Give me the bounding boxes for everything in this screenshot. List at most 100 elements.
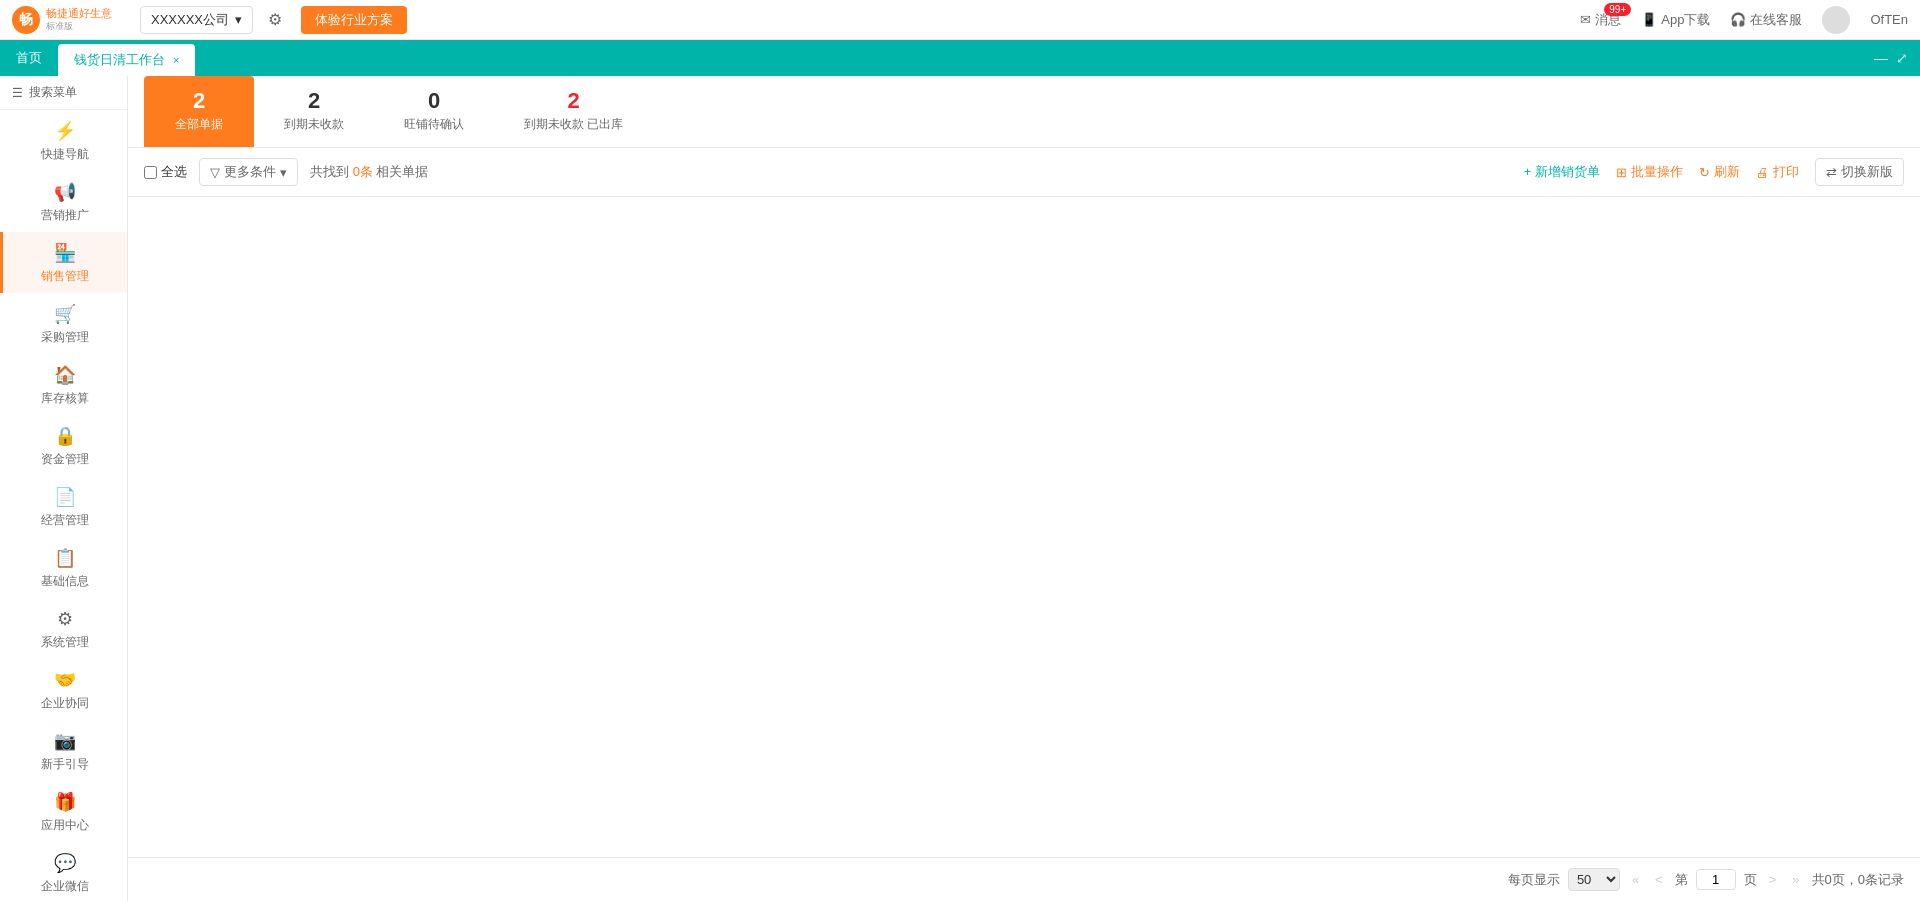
logo-sub: 标准版 <box>46 20 112 33</box>
nav-tab-actions: — ⤢ <box>1874 50 1920 66</box>
tab-home[interactable]: 首页 <box>0 40 58 76</box>
logo-name: 畅捷通好生意 <box>46 6 112 20</box>
settings-button[interactable]: ⚙ <box>261 6 289 34</box>
last-page-button[interactable]: » <box>1788 870 1803 889</box>
sidebar-item-quick-nav[interactable]: ⚡快捷导航 <box>0 110 127 171</box>
sidebar-item-wechat[interactable]: 💬 企业微信 <box>0 842 127 901</box>
sidebar-search[interactable]: ☰ 搜索菜单 <box>0 76 127 110</box>
stat-tab-all[interactable]: 2 全部单据 <box>144 76 254 147</box>
app-center-label: 应用中心 <box>41 817 89 834</box>
logo-area: 畅 畅捷通好生意 标准版 <box>12 6 140 34</box>
sidebar-item-app-center[interactable]: 🎁应用中心 <box>0 781 127 842</box>
print-label: 打印 <box>1773 163 1799 181</box>
company-dropdown-icon: ▾ <box>235 12 242 27</box>
sidebar-item-purchase[interactable]: 🛒 采购管理 <box>0 293 127 354</box>
service-label: 在线客服 <box>1750 11 1802 29</box>
main-layout: ☰ 搜索菜单 ⚡快捷导航 📢 营销推广 🏪销售管理 🛒 采购管理 🏠库存核算 🔒 资金管理 📄经营… <box>0 76 1920 901</box>
sidebar-item-base-info[interactable]: 📋 基础信息 <box>0 537 127 598</box>
stat-tab-pending[interactable]: 0旺铺待确认 <box>374 76 494 147</box>
stat-label-all: 全部单据 <box>175 116 223 133</box>
stat-num-all: 2 <box>193 88 205 114</box>
batch-label: 批量操作 <box>1631 163 1683 181</box>
refresh-label: 刷新 <box>1714 163 1740 181</box>
refresh-button[interactable]: ↻ 刷新 <box>1699 163 1740 181</box>
tab-active[interactable]: 钱货日清工作台 × <box>58 44 195 76</box>
found-text: 共找到 0条 相关单据 <box>310 163 428 181</box>
finance-icon: 🔒 <box>54 425 76 447</box>
stat-tab-shipped[interactable]: 2到期未收款 已出库 <box>494 76 653 147</box>
message-button[interactable]: ✉ 消息 99+ <box>1580 11 1621 29</box>
purchase-icon: 🛒 <box>54 303 76 325</box>
select-all-input[interactable] <box>144 166 157 179</box>
prev-page-button[interactable]: < <box>1651 870 1667 889</box>
sidebar-item-operation[interactable]: 📄经营管理 <box>0 476 127 537</box>
stat-tabs: 2 全部单据 2到期未收款0旺铺待确认2到期未收款 已出库 <box>128 76 1920 148</box>
wechat-icon: 💬 <box>54 852 76 874</box>
company-selector[interactable]: XXXXXX公司 ▾ <box>140 6 253 34</box>
page-label: 第 <box>1675 871 1688 889</box>
select-all-checkbox[interactable]: 全选 <box>144 163 187 181</box>
table-area <box>128 197 1920 857</box>
base-info-label: 基础信息 <box>41 573 89 590</box>
wechat-label: 企业微信 <box>41 878 89 895</box>
online-service-button[interactable]: 🎧 在线客服 <box>1730 11 1802 29</box>
sidebar-item-marketing[interactable]: 📢 营销推广 <box>0 171 127 232</box>
print-icon: 🖨 <box>1756 165 1769 180</box>
enterprise-label: 企业协同 <box>41 695 89 712</box>
tab-minimize-icon[interactable]: — <box>1874 50 1888 66</box>
batch-icon: ⊞ <box>1616 165 1627 180</box>
stat-tab-overdue[interactable]: 2到期未收款 <box>254 76 374 147</box>
message-icon: ✉ <box>1580 12 1591 27</box>
page-input[interactable] <box>1696 869 1736 890</box>
system-label: 系统管理 <box>41 634 89 651</box>
filter-label: 更多条件 <box>224 163 276 181</box>
inventory-label: 库存核算 <box>41 390 89 407</box>
first-page-button[interactable]: « <box>1628 870 1643 889</box>
per-page-label: 每页显示 <box>1508 871 1560 889</box>
service-icon: 🎧 <box>1730 12 1746 27</box>
app-icon: 📱 <box>1641 12 1657 27</box>
experience-button[interactable]: 体验行业方案 <box>301 6 407 34</box>
message-badge: 99+ <box>1604 3 1631 16</box>
sidebar-item-inventory[interactable]: 🏠库存核算 <box>0 354 127 415</box>
tab-close-icon[interactable]: × <box>173 54 179 66</box>
stat-num-shipped: 2 <box>568 88 580 114</box>
finance-label: 资金管理 <box>41 451 89 468</box>
filter-button[interactable]: ▽ 更多条件 ▾ <box>199 158 298 186</box>
sidebar-item-finance[interactable]: 🔒 资金管理 <box>0 415 127 476</box>
add-sales-order-button[interactable]: + 新增销货单 <box>1524 163 1600 181</box>
base-info-icon: 📋 <box>54 547 76 569</box>
per-page-select[interactable]: 50 100 200 <box>1568 868 1620 891</box>
system-icon: ⚙ <box>57 608 73 630</box>
app-download-button[interactable]: 📱 App下载 <box>1641 11 1710 29</box>
next-page-button[interactable]: > <box>1765 870 1781 889</box>
print-button[interactable]: 🖨 打印 <box>1756 163 1799 181</box>
sidebar-item-system[interactable]: ⚙ 系统管理 <box>0 598 127 659</box>
pagination: 每页显示 50 100 200 « < 第 页 > » 共0页，0条记录 <box>128 857 1920 901</box>
operation-label: 经营管理 <box>41 512 89 529</box>
page-suffix: 页 <box>1744 871 1757 889</box>
toolbar: 全选 ▽ 更多条件 ▾ 共找到 0条 相关单据 + 新增销货单 ⊞ 批量操作 ↻ <box>128 148 1920 197</box>
total-label: 共0页，0条记录 <box>1812 871 1904 889</box>
batch-operation-button[interactable]: ⊞ 批量操作 <box>1616 163 1683 181</box>
sidebar-item-guide[interactable]: 📷 新手引导 <box>0 720 127 781</box>
purchase-label: 采购管理 <box>41 329 89 346</box>
username: OfTEn <box>1870 12 1908 27</box>
logo-icon: 畅 <box>12 6 40 34</box>
found-count: 0条 <box>353 164 373 179</box>
marketing-label: 营销推广 <box>41 207 89 224</box>
sidebar: ☰ 搜索菜单 ⚡快捷导航 📢 营销推广 🏪销售管理 🛒 采购管理 🏠库存核算 🔒 资金管理 📄经营… <box>0 76 128 901</box>
sidebar-item-enterprise[interactable]: 🤝企业协同 <box>0 659 127 720</box>
tab-expand-icon[interactable]: ⤢ <box>1896 50 1908 66</box>
filter-chevron-icon: ▾ <box>280 165 287 180</box>
refresh-icon: ↻ <box>1699 165 1710 180</box>
switch-icon: ⇄ <box>1826 165 1837 180</box>
switch-version-button[interactable]: ⇄ 切换新版 <box>1815 158 1904 186</box>
guide-icon: 📷 <box>54 730 76 752</box>
avatar[interactable] <box>1822 6 1850 34</box>
filter-icon: ▽ <box>210 165 220 180</box>
stat-num-overdue: 2 <box>308 88 320 114</box>
guide-label: 新手引导 <box>41 756 89 773</box>
sidebar-item-sales[interactable]: 🏪销售管理 <box>0 232 127 293</box>
marketing-icon: 📢 <box>54 181 76 203</box>
